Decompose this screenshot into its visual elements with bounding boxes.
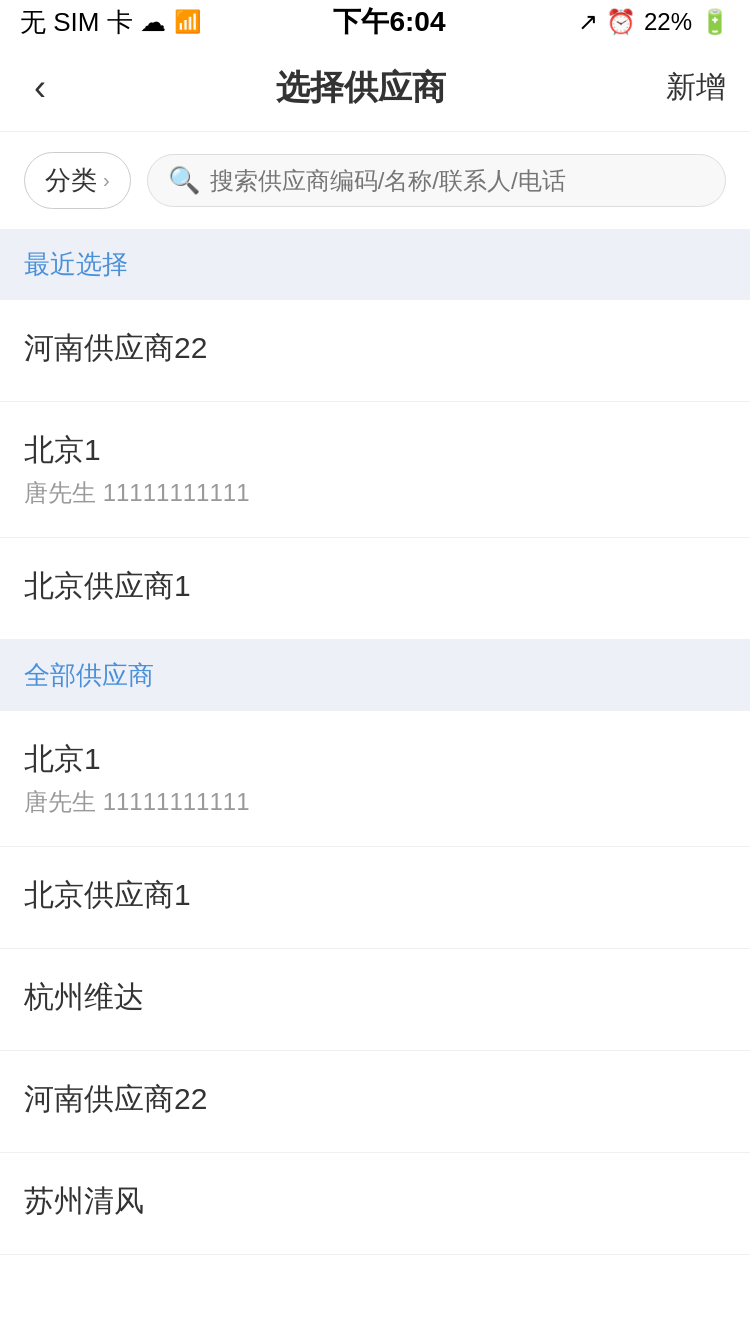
search-input[interactable] — [210, 167, 705, 195]
add-button[interactable]: 新增 — [666, 67, 726, 108]
item-detail: 唐先生 11111111111 — [24, 786, 726, 818]
recent-items-list: 河南供应商22 北京1 唐先生 11111111111 北京供应商1 — [0, 300, 750, 640]
page-title: 选择供应商 — [276, 65, 446, 111]
item-name: 河南供应商22 — [24, 328, 726, 369]
item-name: 河南供应商22 — [24, 1079, 726, 1120]
item-name: 北京1 — [24, 430, 726, 471]
location-icon: ↗ — [578, 8, 598, 36]
category-label: 分类 — [45, 163, 97, 198]
list-item[interactable]: 北京1 唐先生 11111111111 — [0, 711, 750, 847]
filter-bar: 分类 › 🔍 — [0, 132, 750, 229]
status-right: ↗ ⏰ 22% 🔋 — [578, 8, 730, 36]
recent-section-title: 最近选择 — [24, 249, 128, 279]
list-item[interactable]: 北京供应商1 — [0, 847, 750, 949]
item-detail: 唐先生 11111111111 — [24, 477, 726, 509]
list-item[interactable]: 苏州清风 — [0, 1153, 750, 1255]
item-name: 北京供应商1 — [24, 875, 726, 916]
wifi-icon: 📶 — [174, 9, 201, 35]
list-item[interactable]: 河南供应商22 — [0, 1051, 750, 1153]
sim-status: 无 SIM 卡 ☁ — [20, 5, 166, 40]
all-section-title: 全部供应商 — [24, 660, 154, 690]
status-time: 下午6:04 — [333, 3, 445, 41]
nav-bar: ‹ 选择供应商 新增 — [0, 44, 750, 132]
item-name: 北京供应商1 — [24, 566, 726, 607]
all-section-header: 全部供应商 — [0, 640, 750, 711]
item-name: 北京1 — [24, 739, 726, 780]
back-button[interactable]: ‹ — [24, 57, 56, 119]
search-icon: 🔍 — [168, 165, 200, 196]
category-button[interactable]: 分类 › — [24, 152, 131, 209]
item-name: 杭州维达 — [24, 977, 726, 1018]
list-item[interactable]: 北京1 唐先生 11111111111 — [0, 402, 750, 538]
status-left: 无 SIM 卡 ☁ 📶 — [20, 5, 201, 40]
chevron-right-icon: › — [103, 169, 110, 192]
status-bar: 无 SIM 卡 ☁ 📶 下午6:04 ↗ ⏰ 22% 🔋 — [0, 0, 750, 44]
list-item[interactable]: 杭州维达 — [0, 949, 750, 1051]
all-items-list: 北京1 唐先生 11111111111 北京供应商1 杭州维达 河南供应商22 … — [0, 711, 750, 1255]
list-item[interactable]: 河南供应商22 — [0, 300, 750, 402]
battery-icon: 🔋 — [700, 8, 730, 36]
list-item[interactable]: 北京供应商1 — [0, 538, 750, 640]
search-bar[interactable]: 🔍 — [147, 154, 726, 207]
alarm-icon: ⏰ — [606, 8, 636, 36]
recent-section-header: 最近选择 — [0, 229, 750, 300]
item-name: 苏州清风 — [24, 1181, 726, 1222]
battery-level: 22% — [644, 8, 692, 36]
